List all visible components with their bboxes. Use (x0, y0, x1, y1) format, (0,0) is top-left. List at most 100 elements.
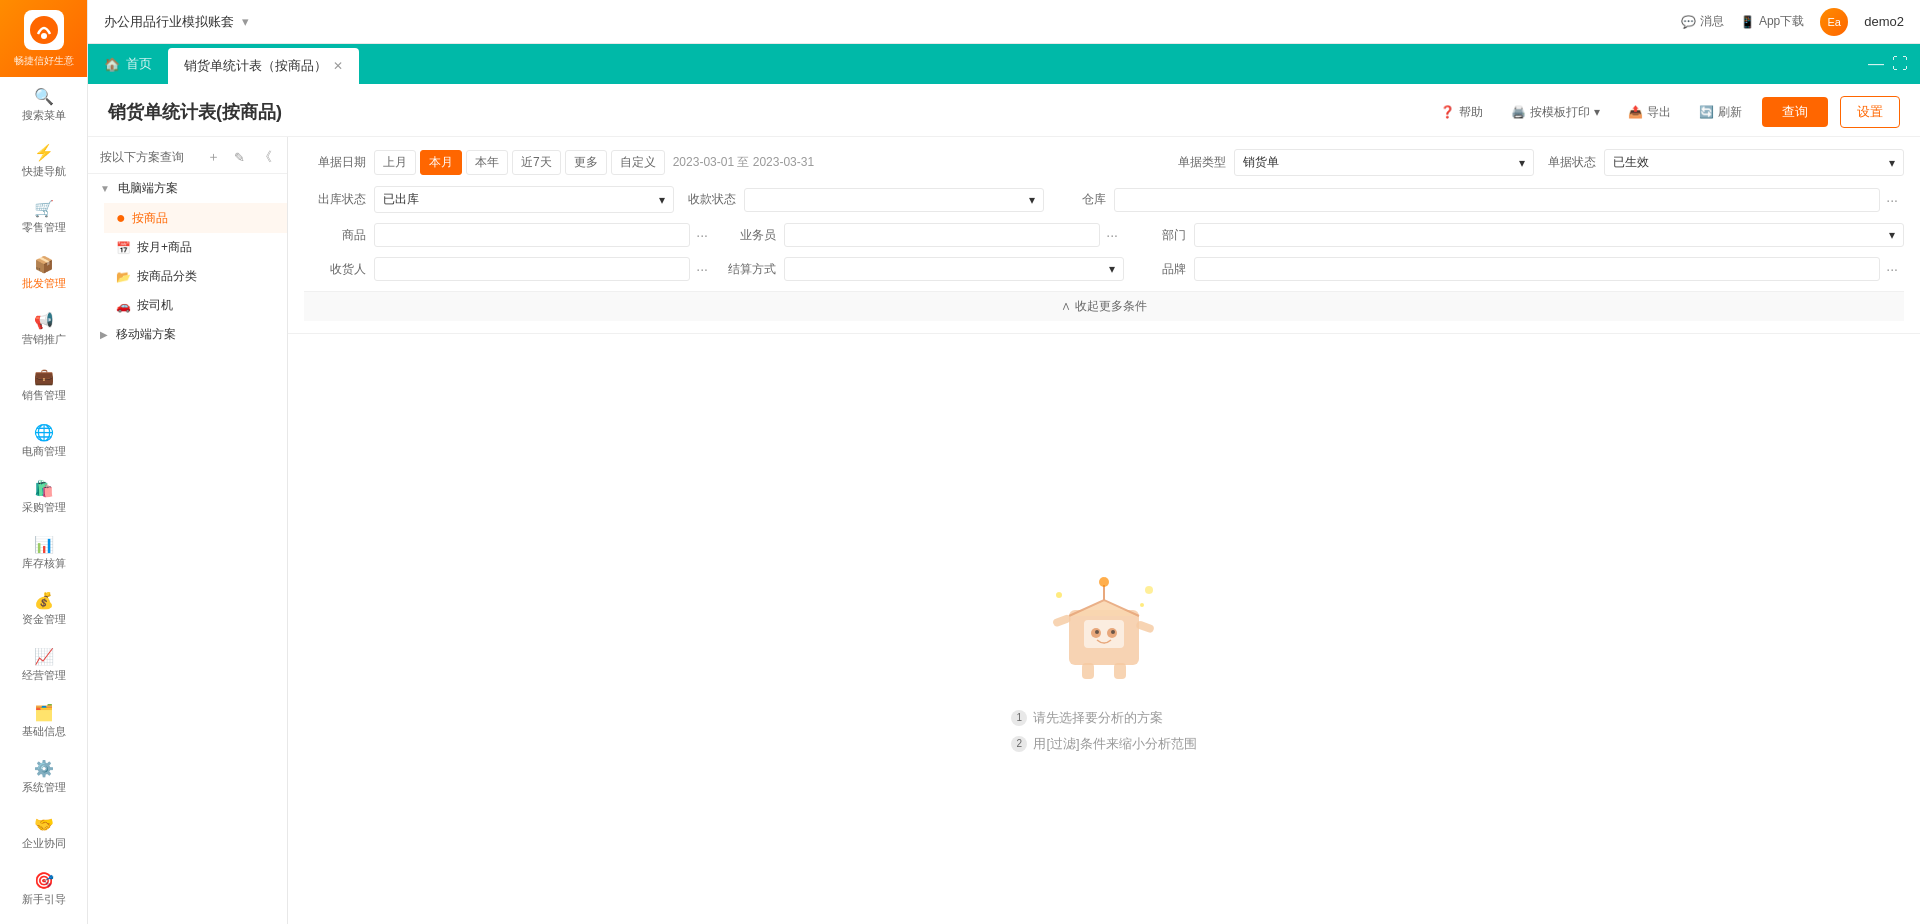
app-download-icon: 📱 (1740, 15, 1755, 29)
sidebar-label-sales: 销售管理 (22, 388, 66, 403)
date-btn-more[interactable]: 更多 (565, 150, 607, 175)
sidebar-item-system[interactable]: ⚙️ 系统管理 (0, 749, 87, 805)
brand-input[interactable] (1194, 257, 1880, 281)
tree-item-by-product[interactable]: ● 按商品 (104, 203, 287, 233)
guide-icon: 🎯 (34, 871, 54, 890)
sidebar-item-finance[interactable]: 💰 资金管理 (0, 581, 87, 637)
sidebar-item-enterprise[interactable]: 🤝 企业协同 (0, 805, 87, 861)
sidebar-item-quick[interactable]: ⚡ 快捷导航 (0, 133, 87, 189)
sidebar-item-wholesale[interactable]: 📦 批发管理 (0, 245, 87, 301)
tree-label-pc: 电脑端方案 (118, 180, 178, 197)
sidebar-label-inventory: 库存核算 (22, 556, 66, 571)
left-panel-title: 按以下方案查询 (100, 149, 184, 166)
sidebar-item-basic[interactable]: 🗂️ 基础信息 (0, 693, 87, 749)
wholesale-icon: 📦 (34, 255, 54, 274)
salesman-label: 业务员 (714, 227, 784, 244)
query-button[interactable]: 查询 (1762, 97, 1828, 127)
add-scheme-button[interactable]: ＋ (203, 147, 223, 167)
date-btn-this-month[interactable]: 本月 (420, 150, 462, 175)
product-control: ··· (374, 223, 714, 247)
consignee-label: 收货人 (304, 261, 374, 278)
tree-item-by-month-product[interactable]: 📅 按月+商品 (104, 233, 287, 262)
logo-text: 畅捷信好生意 (14, 54, 74, 67)
sidebar-item-sales[interactable]: 💼 销售管理 (0, 357, 87, 413)
tree-item-pc[interactable]: ▼ 电脑端方案 (88, 174, 287, 203)
dept-control: ▾ (1194, 223, 1904, 247)
sidebar-item-apps[interactable]: 📱 应用中心 (0, 917, 87, 924)
print-button[interactable]: 🖨️ 按模板打印 ▾ (1503, 100, 1608, 125)
sidebar-item-retail[interactable]: 🛒 零售管理 (0, 189, 87, 245)
date-btn-last-month[interactable]: 上月 (374, 150, 416, 175)
svg-rect-8 (1052, 613, 1072, 627)
tab-bar: 🏠 首页 销货单统计表（按商品） ✕ — ⛶ (88, 44, 1920, 84)
sidebar-item-ecommerce[interactable]: 🌐 电商管理 (0, 413, 87, 469)
date-group: 上月 本月 本年 近7天 更多 自定义 2023-03-01 至 2023-03… (374, 150, 1164, 175)
svg-rect-11 (1114, 663, 1126, 679)
sidebar-item-search[interactable]: 🔍 搜索菜单 (0, 77, 87, 133)
doc-type-label: 单据类型 (1164, 154, 1234, 171)
warehouse-input[interactable] (1114, 188, 1880, 212)
app-download-button[interactable]: 📱 App下载 (1740, 13, 1804, 30)
header-left: 办公用品行业模拟账套 ▾ (104, 13, 249, 31)
tree-item-by-category[interactable]: 📂 按商品分类 (104, 262, 287, 291)
tab-report[interactable]: 销货单统计表（按商品） ✕ (168, 48, 359, 84)
date-btn-this-year[interactable]: 本年 (466, 150, 508, 175)
settle-select[interactable]: ▾ (784, 257, 1124, 281)
edit-scheme-button[interactable]: ✎ (229, 147, 249, 167)
salesman-input[interactable] (784, 223, 1100, 247)
sidebar-nav: 🔍 搜索菜单 ⚡ 快捷导航 🛒 零售管理 📦 批发管理 📢 营销推广 💼 销售管… (0, 77, 87, 924)
product-more-icon[interactable]: ··· (690, 227, 714, 243)
sidebar-label-wholesale: 批发管理 (22, 276, 66, 291)
inventory-icon: 📊 (34, 535, 54, 554)
tab-minimize-icon[interactable]: — (1868, 55, 1884, 73)
out-status-select[interactable]: 已出库 ▾ (374, 186, 674, 213)
pay-status-select[interactable]: ▾ (744, 188, 1044, 212)
sidebar-item-marketing[interactable]: 📢 营销推广 (0, 301, 87, 357)
tree-label-by-category: 按商品分类 (137, 268, 197, 285)
sidebar-item-operation[interactable]: 📈 经营管理 (0, 637, 87, 693)
doc-type-control: 销货单 ▾ (1234, 149, 1534, 176)
consignee-input[interactable] (374, 257, 690, 281)
collapse-panel-button[interactable]: 《 (255, 147, 275, 167)
filter-row-3: 商品 ··· 业务员 ··· 部门 (304, 223, 1904, 247)
tree-label-mobile: 移动端方案 (116, 326, 176, 343)
tree-item-by-vendor[interactable]: 🚗 按司机 (104, 291, 287, 320)
tab-maximize-icon[interactable]: ⛶ (1892, 55, 1908, 73)
empty-svg (1034, 555, 1174, 685)
consignee-more-icon[interactable]: ··· (690, 261, 714, 277)
help-button[interactable]: ❓ 帮助 (1432, 100, 1491, 125)
date-btn-custom[interactable]: 自定义 (611, 150, 665, 175)
date-btn-7days[interactable]: 近7天 (512, 150, 561, 175)
brand-more-icon[interactable]: ··· (1880, 261, 1904, 277)
svg-rect-3 (1084, 620, 1124, 648)
settings-button[interactable]: 设置 (1840, 96, 1900, 128)
left-panel: 按以下方案查询 ＋ ✎ 《 ▼ 电脑端方案 ● 按商品 (88, 137, 288, 924)
tip-num-1: 1 (1011, 710, 1027, 726)
dept-select[interactable]: ▾ (1194, 223, 1904, 247)
collapse-row[interactable]: ∧ 收起更多条件 (304, 291, 1904, 321)
salesman-more-icon[interactable]: ··· (1100, 227, 1124, 243)
doc-status-select[interactable]: 已生效 ▾ (1604, 149, 1904, 176)
doc-status-dropdown-icon: ▾ (1889, 156, 1895, 170)
product-input[interactable] (374, 223, 690, 247)
tab-home-icon: 🏠 (104, 57, 120, 72)
marketing-icon: 📢 (34, 311, 54, 330)
tab-home[interactable]: 🏠 首页 (88, 44, 168, 84)
export-button[interactable]: 📤 导出 (1620, 100, 1679, 125)
refresh-button[interactable]: 🔄 刷新 (1691, 100, 1750, 125)
tab-close-icon[interactable]: ✕ (333, 59, 343, 73)
left-panel-header: 按以下方案查询 ＋ ✎ 《 (88, 137, 287, 174)
header-dropdown-icon[interactable]: ▾ (242, 14, 249, 29)
doc-type-select[interactable]: 销货单 ▾ (1234, 149, 1534, 176)
message-button[interactable]: 💬 消息 (1681, 13, 1724, 30)
sidebar-item-inventory[interactable]: 📊 库存核算 (0, 525, 87, 581)
filter-row-1: 单据日期 上月 本月 本年 近7天 更多 自定义 2023-03-01 至 20… (304, 149, 1904, 176)
help-label: 帮助 (1459, 104, 1483, 121)
warehouse-more-icon[interactable]: ··· (1880, 192, 1904, 208)
sidebar-item-guide[interactable]: 🎯 新手引导 (0, 861, 87, 917)
user-avatar[interactable]: Ea (1820, 8, 1848, 36)
out-status-dropdown-icon: ▾ (659, 193, 665, 207)
tree-item-mobile[interactable]: ▶ 移动端方案 (88, 320, 287, 349)
vendor-icon: 🚗 (116, 299, 131, 313)
sidebar-item-purchase[interactable]: 🛍️ 采购管理 (0, 469, 87, 525)
